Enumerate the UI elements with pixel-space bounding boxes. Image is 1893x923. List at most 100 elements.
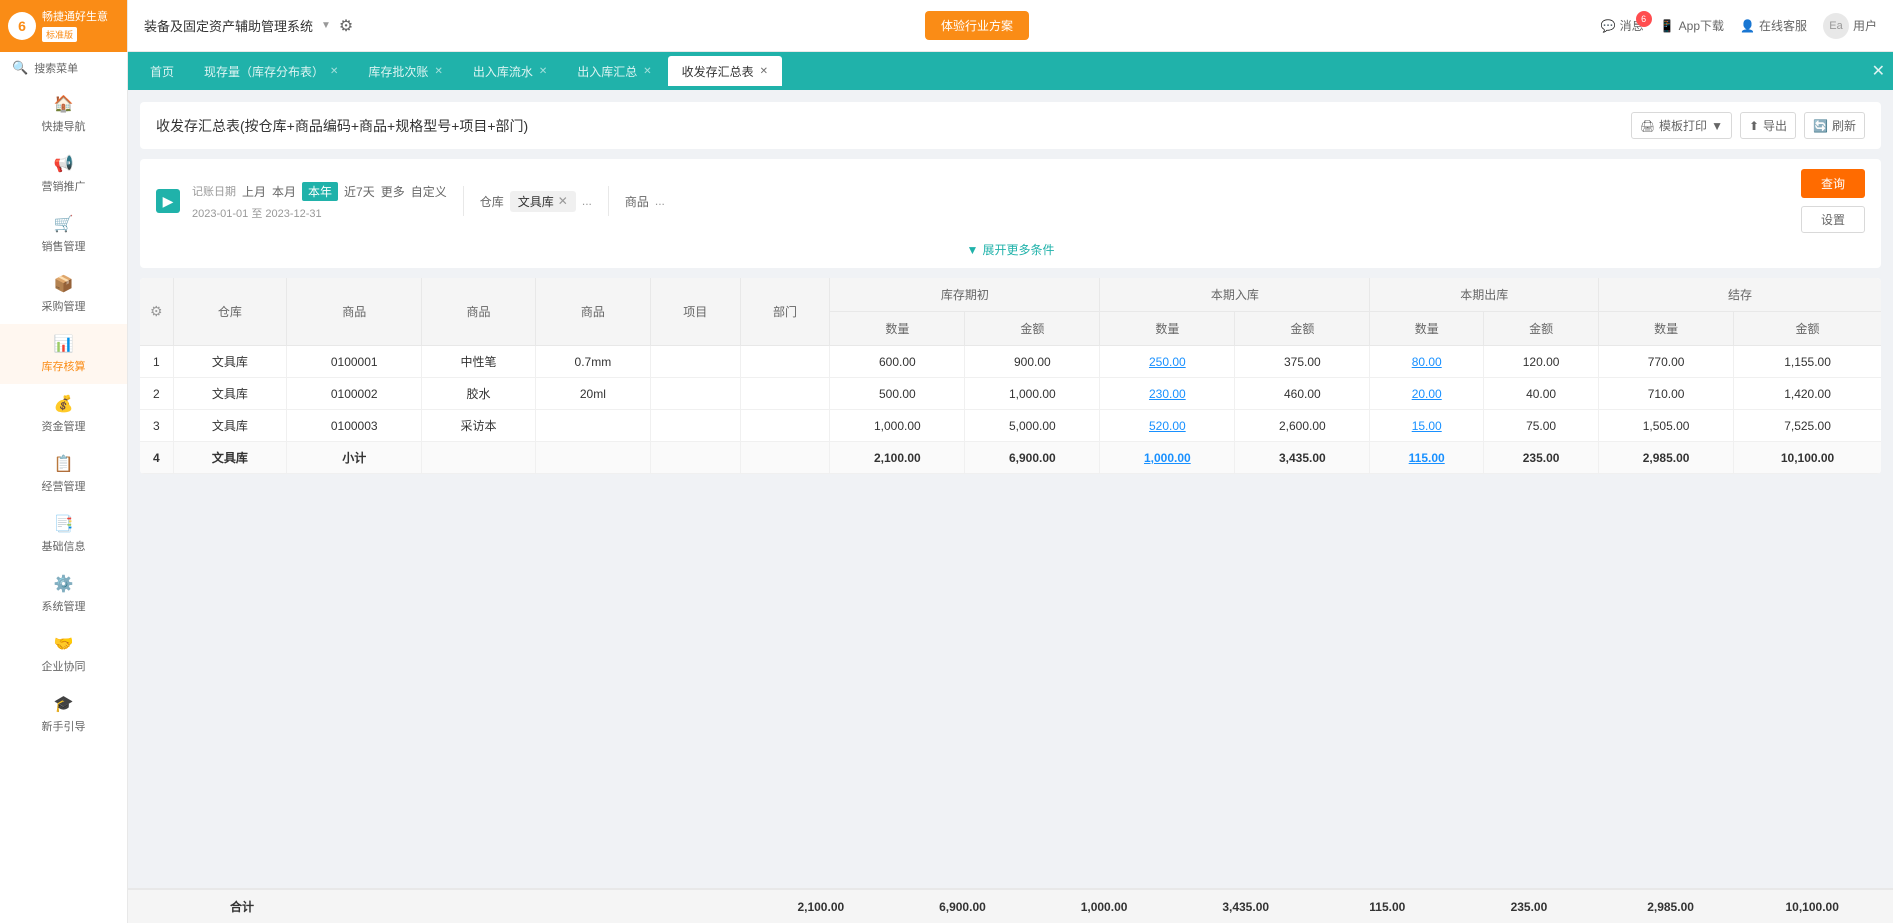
col-closing-header: 结存	[1599, 278, 1881, 312]
system-title: 装备及固定资产辅助管理系统	[144, 16, 313, 35]
tab-close-icon[interactable]: ✕	[434, 66, 442, 77]
tab-home[interactable]: 首页	[136, 56, 188, 86]
data-table: ⚙ 仓库 商品 商品 商品 项目 部门 库存期初 本期入库 本期出库 结存	[140, 278, 1881, 474]
sidebar-item-search[interactable]: 🔍 搜索菜单	[0, 52, 127, 84]
subtotal-empty4	[740, 442, 830, 474]
tab-stock-distribution[interactable]: 现存量（库存分布表） ✕	[190, 56, 352, 86]
col-warehouse-header: 仓库	[173, 278, 287, 346]
tab-close-icon[interactable]: ✕	[760, 66, 768, 77]
col-close-qty-header: 数量	[1599, 312, 1734, 346]
data-table-container: ⚙ 仓库 商品 商品 商品 项目 部门 库存期初 本期入库 本期出库 结存	[140, 278, 1881, 474]
sidebar-item-system[interactable]: ⚙️ 系统管理	[0, 564, 127, 624]
app-download-button[interactable]: 📱 App下载	[1660, 17, 1724, 34]
tab-label: 现存量（库存分布表）	[204, 63, 324, 80]
logo-icon: 6	[8, 12, 36, 40]
filter-collapse-button[interactable]: ▶	[156, 189, 180, 213]
in-qty-link[interactable]: 520.00	[1149, 419, 1186, 433]
table-row: 1 文具库 0100001 中性笔 0.7mm 600.00 900.00 25…	[140, 346, 1881, 378]
filter-row: ▶ 记账日期 上月 本月 本年 近7天 更多 自定义 2023-01-01 至 …	[156, 169, 1865, 233]
app-download-label: App下载	[1679, 17, 1724, 34]
topbar-settings-icon[interactable]: ⚙	[339, 16, 353, 36]
app-tag: 标准版	[42, 27, 77, 42]
sidebar-item-label: 基础信息	[42, 538, 86, 554]
tab-label: 库存批次账	[368, 63, 428, 80]
sidebar-item-finance[interactable]: 💰 资金管理	[0, 384, 127, 444]
sidebar-item-sales[interactable]: 🛒 销售管理	[0, 204, 127, 264]
close-all-tabs-button[interactable]: ✕	[1872, 61, 1885, 81]
column-settings-icon[interactable]: ⚙	[150, 303, 163, 319]
filter-separator	[463, 186, 464, 216]
out-qty-link[interactable]: 80.00	[1412, 355, 1442, 369]
page-title: 收发存汇总表(按仓库+商品编码+商品+规格型号+项目+部门)	[156, 116, 528, 136]
tab-close-icon[interactable]: ✕	[330, 66, 338, 77]
filter-goods-more[interactable]: ...	[655, 194, 665, 208]
filter-date-custom[interactable]: 自定义	[411, 183, 447, 200]
tab-flow[interactable]: 出入库流水 ✕	[459, 56, 561, 86]
filter-warehouse-more[interactable]: ...	[582, 194, 592, 208]
settings-button[interactable]: 设置	[1801, 206, 1865, 233]
tab-batch[interactable]: 库存批次账 ✕	[354, 56, 456, 86]
user-menu[interactable]: Ea 用户	[1823, 13, 1877, 39]
sidebar-item-label: 库存核算	[42, 358, 86, 374]
sidebar-item-operations[interactable]: 📋 经营管理	[0, 444, 127, 504]
refresh-label: 刷新	[1832, 117, 1856, 134]
sidebar-item-guide[interactable]: 🎓 新手引导	[0, 684, 127, 744]
refresh-button[interactable]: 🔄 刷新	[1804, 112, 1865, 139]
filter-warehouse-remove-icon[interactable]: ✕	[558, 194, 568, 208]
row-warehouse: 文具库	[173, 378, 287, 410]
tab-stock-summary[interactable]: 收发存汇总表 ✕	[668, 56, 782, 86]
out-qty-link[interactable]: 20.00	[1412, 387, 1442, 401]
query-button[interactable]: 查询	[1801, 169, 1865, 198]
sidebar: 6 畅捷通好生意 标准版 🔍 搜索菜单 🏠 快捷导航 📢 营销推广 🛒 销售管理…	[0, 0, 128, 923]
footer-out-qty: 115.00	[1317, 900, 1459, 914]
subtotal-out-qty: 115.00	[1370, 442, 1484, 474]
row-open-qty: 1,000.00	[830, 410, 965, 442]
row-in-amt: 2,600.00	[1235, 410, 1370, 442]
table-row: 2 文具库 0100002 胶水 20ml 500.00 1,000.00 23…	[140, 378, 1881, 410]
export-button[interactable]: ⬆ 导出	[1740, 112, 1796, 139]
tab-close-icon[interactable]: ✕	[539, 66, 547, 77]
sidebar-item-label: 经营管理	[42, 478, 86, 494]
filter-date-prev-month[interactable]: 上月	[242, 183, 266, 200]
row-dept	[740, 346, 830, 378]
filter-date-this-month[interactable]: 本月	[272, 183, 296, 200]
filter-date-this-year[interactable]: 本年	[302, 182, 338, 201]
print-button[interactable]: 🖨 模板打印 ▼	[1631, 112, 1732, 139]
sidebar-item-purchase[interactable]: 📦 采购管理	[0, 264, 127, 324]
footer-out-amt: 235.00	[1458, 900, 1600, 914]
tab-summary-inout[interactable]: 出入库汇总 ✕	[563, 56, 665, 86]
sidebar-item-label: 营销推广	[42, 178, 86, 194]
collab-icon: 🤝	[54, 634, 74, 654]
expand-label: 展开更多条件	[982, 241, 1054, 258]
tab-close-icon[interactable]: ✕	[643, 66, 651, 77]
sidebar-item-basic-info[interactable]: 📑 基础信息	[0, 504, 127, 564]
topbar-right: 💬 消息 6 📱 App下载 👤 在线客服 Ea 用户	[1601, 13, 1877, 39]
row-close-amt: 7,525.00	[1734, 410, 1881, 442]
sidebar-item-label: 企业协同	[42, 658, 86, 674]
sidebar-item-collaboration[interactable]: 🤝 企业协同	[0, 624, 127, 684]
in-qty-link[interactable]: 250.00	[1149, 355, 1186, 369]
filter-date-7days[interactable]: 近7天	[344, 183, 375, 200]
print-icon: 🖨	[1640, 119, 1655, 133]
sidebar-item-inventory[interactable]: 📊 库存核算	[0, 324, 127, 384]
out-qty-link[interactable]: 15.00	[1412, 419, 1442, 433]
row-spec: 20ml	[535, 378, 650, 410]
filter-expand-button[interactable]: ▼ 展开更多条件	[156, 241, 1865, 258]
sidebar-item-quicknav[interactable]: 🏠 快捷导航	[0, 84, 127, 144]
topbar-left: 装备及固定资产辅助管理系统 ▼ ⚙	[144, 16, 353, 36]
sidebar-item-marketing[interactable]: 📢 营销推广	[0, 144, 127, 204]
app-download-icon: 📱	[1660, 19, 1675, 33]
col-open-qty-header: 数量	[830, 312, 965, 346]
export-icon: ⬆	[1749, 119, 1759, 133]
trial-button[interactable]: 体验行业方案	[925, 11, 1029, 40]
row-close-qty: 770.00	[1599, 346, 1734, 378]
filter-warehouse-tag[interactable]: 文具库 ✕	[510, 191, 576, 212]
in-qty-link[interactable]: 230.00	[1149, 387, 1186, 401]
sidebar-item-label: 资金管理	[42, 418, 86, 434]
system-dropdown-icon[interactable]: ▼	[321, 20, 331, 31]
messages-button[interactable]: 💬 消息 6	[1601, 17, 1644, 34]
online-service-button[interactable]: 👤 在线客服	[1740, 17, 1807, 34]
subtotal-out-qty-link[interactable]: 115.00	[1409, 451, 1445, 465]
filter-date-more[interactable]: 更多	[381, 183, 405, 200]
subtotal-in-qty-link[interactable]: 1,000.00	[1144, 451, 1191, 465]
